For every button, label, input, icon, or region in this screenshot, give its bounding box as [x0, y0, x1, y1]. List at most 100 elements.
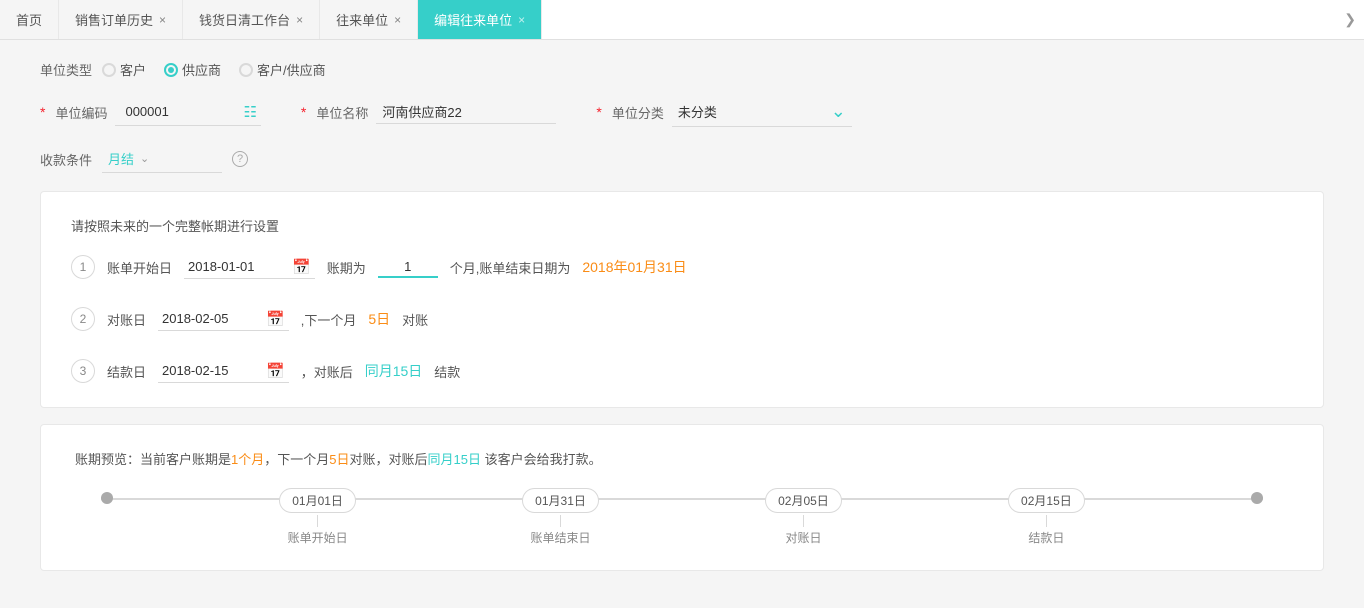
unit-classify-dropdown[interactable]: 未分类 ⌄	[672, 97, 852, 127]
radio-both-label: 客户/供应商	[257, 60, 326, 79]
payment-dropdown[interactable]: 月结 ⌄	[102, 145, 222, 173]
timeline-left-dot	[101, 492, 113, 504]
tab-counterparty[interactable]: 往来单位 ×	[320, 0, 418, 39]
step3-calendar-icon[interactable]: 📅	[266, 362, 285, 380]
preview-section: 账期预览：当前客户账期是1个月，下一个月5日对账，对账后同月15日 该客户会给我…	[40, 424, 1324, 571]
payment-help-icon[interactable]: ?	[232, 151, 248, 167]
radio-supplier[interactable]: 供应商	[164, 60, 221, 79]
step-label-2: 对账日	[107, 310, 146, 329]
step-row-2: 2 对账日 📅 ,下一个月 5日 对账	[71, 307, 1293, 331]
radio-supplier-circle	[164, 63, 178, 77]
radio-both-circle	[239, 63, 253, 77]
unit-code-group: * 单位编码 ☷	[40, 98, 261, 126]
unit-info-row: * 单位编码 ☷ * 单位名称 * 单位分类 未分类 ⌄	[40, 97, 1324, 127]
timeline-point-4: 02月15日 结款日	[1008, 488, 1085, 546]
preview-text: 账期预览：当前客户账期是1个月，下一个月5日对账，对账后同月15日 该客户会给我…	[71, 449, 1293, 468]
preview-prefix: 账期预览：当前客户账期是	[75, 452, 231, 467]
timeline-point-1: 01月01日 账单开始日	[279, 488, 356, 546]
preview-middle1: ，下一个月	[264, 452, 329, 467]
timeline-items: 01月01日 账单开始日 01月31日 账单结束日 02月05日 对账日	[101, 488, 1263, 546]
step3-suffix-after: 结款	[434, 362, 460, 381]
step2-suffix-before: ,下一个月	[301, 310, 357, 329]
unit-type-label: 单位类型	[40, 60, 92, 79]
unit-code-input-wrapper: ☷	[115, 98, 260, 126]
timeline-connector-3	[803, 515, 804, 527]
radio-customer[interactable]: 客户	[102, 60, 146, 79]
radio-group-unit-type: 客户 供应商 客户/供应商	[102, 60, 326, 79]
timeline-label-1: 账单开始日	[288, 529, 348, 546]
step1-calendar-icon[interactable]: 📅	[292, 258, 311, 276]
step-num-1: 1	[71, 255, 95, 279]
timeline-connector-4	[1046, 515, 1047, 527]
timeline-start-dot	[101, 492, 113, 504]
step-num-3: 3	[71, 359, 95, 383]
step3-date-input-wrapper: 📅	[158, 360, 289, 383]
tab-cash-work-label: 钱货日清工作台	[199, 10, 290, 29]
tab-edit-counterparty-label: 编辑往来单位	[434, 10, 512, 29]
step2-calendar-icon[interactable]: 📅	[266, 310, 285, 328]
unit-classify-star: *	[596, 104, 601, 120]
radio-customer-label: 客户	[120, 60, 146, 79]
tab-sales-history[interactable]: 销售订单历史 ×	[59, 0, 183, 39]
timeline-end-dot	[1251, 492, 1263, 504]
unit-code-icon[interactable]: ☷	[243, 103, 256, 121]
timeline-point-2: 01月31日 账单结束日	[522, 488, 599, 546]
timeline-badge-2: 01月31日	[522, 488, 599, 513]
payment-label: 收款条件	[40, 150, 92, 169]
preview-highlight1: 1个月	[231, 452, 264, 467]
section-title: 请按照未来的一个完整帐期进行设置	[71, 216, 1293, 235]
main-content: 单位类型 客户 供应商 客户/供应商 * 单位编码 ☷	[0, 40, 1364, 607]
tab-edit-counterparty[interactable]: 编辑往来单位 ×	[418, 0, 542, 39]
timeline-right-dot	[1251, 492, 1263, 504]
tab-bar: 首页 销售订单历史 × 钱货日清工作台 × 往来单位 × 编辑往来单位 × ❯	[0, 0, 1364, 40]
classify-caret-icon: ⌄	[831, 101, 846, 122]
step2-date-input[interactable]	[162, 311, 262, 326]
preview-suffix: 该客户会给我打款。	[485, 452, 602, 467]
radio-customer-circle	[102, 63, 116, 77]
timeline-badge-4: 02月15日	[1008, 488, 1085, 513]
step3-date-input[interactable]	[162, 363, 262, 378]
unit-name-group: * 单位名称	[301, 100, 556, 124]
tab-cash-work[interactable]: 钱货日清工作台 ×	[183, 0, 320, 39]
step2-suffix-after: 对账	[402, 310, 428, 329]
unit-code-label: 单位编码	[55, 103, 107, 122]
radio-supplier-label: 供应商	[182, 60, 221, 79]
step2-date-input-wrapper: 📅	[158, 308, 289, 331]
tab-counterparty-label: 往来单位	[336, 10, 388, 29]
timeline-connector-1	[317, 515, 318, 527]
step1-period-input[interactable]	[378, 257, 438, 278]
payment-row: 收款条件 月结 ⌄ ?	[40, 145, 1324, 173]
step3-suffix-highlight: 同月15日	[365, 361, 423, 381]
step1-date-input[interactable]	[188, 259, 288, 274]
tab-edit-counterparty-close[interactable]: ×	[518, 13, 525, 27]
timeline-container: 01月01日 账单开始日 01月31日 账单结束日 02月05日 对账日	[71, 488, 1293, 546]
tab-sales-history-close[interactable]: ×	[159, 13, 166, 27]
unit-code-input[interactable]	[119, 100, 239, 123]
step-row-1: 1 账单开始日 📅 账期为 个月,账单结束日期为 2018年01月31日	[71, 255, 1293, 279]
timeline-label-4: 结款日	[1028, 529, 1064, 546]
timeline-point-3: 02月05日 对账日	[765, 488, 842, 546]
step3-suffix-before: ，对账后	[301, 362, 353, 381]
step-num-2: 2	[71, 307, 95, 331]
timeline-badge-1: 01月01日	[279, 488, 356, 513]
step1-period-unit: 个月,账单结束日期为	[450, 258, 571, 277]
unit-classify-group: * 单位分类 未分类 ⌄	[596, 97, 851, 127]
preview-highlight3: 同月15日	[428, 452, 481, 467]
step1-period-label: 账期为	[327, 258, 366, 277]
tab-home[interactable]: 首页	[0, 0, 59, 39]
tab-counterparty-close[interactable]: ×	[394, 13, 401, 27]
unit-classify-label: 单位分类	[612, 103, 664, 122]
tab-cash-work-close[interactable]: ×	[296, 13, 303, 27]
step1-date-input-wrapper: 📅	[184, 256, 315, 279]
unit-name-input[interactable]	[376, 100, 556, 124]
tab-sales-history-label: 销售订单历史	[75, 10, 153, 29]
preview-highlight2: 5日	[329, 452, 349, 467]
payment-dropdown-arrow: ⌄	[140, 152, 149, 165]
radio-both[interactable]: 客户/供应商	[239, 60, 326, 79]
unit-name-label: 单位名称	[316, 103, 368, 122]
tab-more-arrow[interactable]: ❯	[1336, 0, 1364, 39]
step1-period-end: 2018年01月31日	[582, 257, 686, 277]
timeline-badge-3: 02月05日	[765, 488, 842, 513]
timeline-label-3: 对账日	[785, 529, 821, 546]
unit-classify-value: 未分类	[678, 102, 823, 121]
